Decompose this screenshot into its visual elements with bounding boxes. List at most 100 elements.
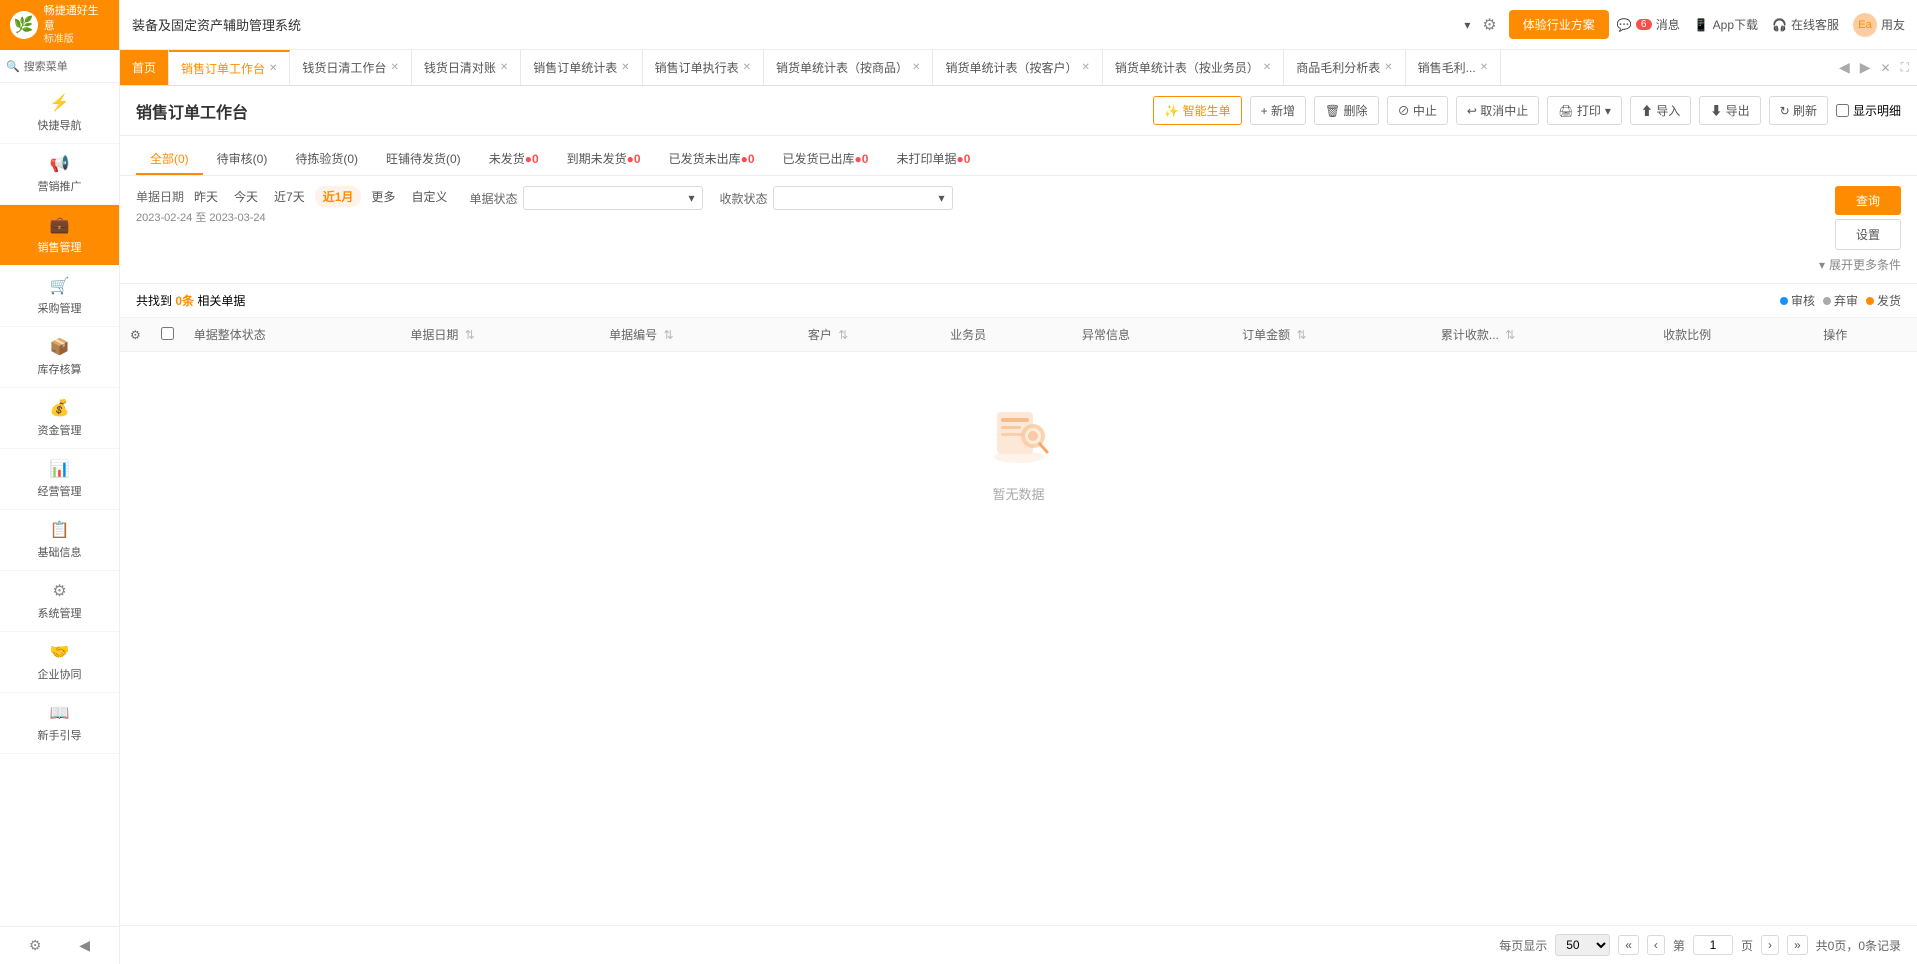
tab-goods-stats-customer[interactable]: 销货单统计表（按客户） ✕ xyxy=(933,50,1102,86)
collapse-icon[interactable]: ◀ xyxy=(79,937,90,954)
delete-button[interactable]: 🗑 删除 xyxy=(1314,96,1379,125)
ship-btn[interactable]: 发货 xyxy=(1866,292,1901,309)
tab-sales-exec[interactable]: 销售订单执行表 ✕ xyxy=(643,50,764,86)
tab-gross-profit[interactable]: 商品毛利分析表 ✕ xyxy=(1284,50,1405,86)
select-all-checkbox[interactable] xyxy=(161,327,174,340)
sidebar-item-system[interactable]: ⚙ 系统管理 xyxy=(0,571,119,632)
sidebar-item-sales[interactable]: 💼 销售管理 xyxy=(0,205,119,266)
sidebar-item-label: 经营管理 xyxy=(38,483,82,499)
tab-home[interactable]: 首页 xyxy=(120,50,169,86)
system-dropdown[interactable]: ▾ xyxy=(1464,18,1470,32)
sidebar-item-purchase[interactable]: 🛒 采购管理 xyxy=(0,266,119,327)
set-button[interactable]: 设置 xyxy=(1835,219,1901,250)
cooperation-icon: 🤝 xyxy=(50,642,70,662)
sidebar-item-basic[interactable]: 📋 基础信息 xyxy=(0,510,119,571)
show-detail-label[interactable]: 显示明细 xyxy=(1836,102,1901,119)
tab-next-icon[interactable]: ▶ xyxy=(1856,57,1875,78)
solution-button[interactable]: 体验行业方案 xyxy=(1509,10,1609,39)
expand-conditions-btn[interactable]: ▾ 展开更多条件 xyxy=(1819,256,1901,273)
sidebar-item-label: 系统管理 xyxy=(38,605,82,621)
smart-gen-button[interactable]: ✨ 智能生单 xyxy=(1153,96,1241,125)
expand-label: 展开更多条件 xyxy=(1829,256,1901,273)
import-button[interactable]: ⬆ 导入 xyxy=(1630,96,1691,125)
receipt-select[interactable]: ▾ xyxy=(773,186,953,210)
tab-close-icon[interactable]: ✕ xyxy=(1480,62,1488,73)
col-checkbox[interactable] xyxy=(151,318,184,352)
filter-tab-shipped-not-out[interactable]: 已发货未出库●0 xyxy=(655,144,769,175)
online-service-btn[interactable]: 🎧 在线客服 xyxy=(1772,16,1839,33)
col-received[interactable]: 累计收款... ⇅ xyxy=(1431,318,1653,352)
per-page-select[interactable]: 50 100 200 xyxy=(1555,934,1610,956)
tab-goods-stats-product[interactable]: 销货单统计表（按商品） ✕ xyxy=(764,50,933,86)
first-page-btn[interactable]: « xyxy=(1618,935,1639,955)
tab-close-icon[interactable]: ✕ xyxy=(1263,62,1271,73)
app-download-btn[interactable]: 📱 App下载 xyxy=(1694,16,1758,33)
query-button[interactable]: 查询 xyxy=(1835,186,1901,215)
date-opt-custom[interactable]: 自定义 xyxy=(405,186,453,207)
sidebar-item-finance[interactable]: 💰 资金管理 xyxy=(0,388,119,449)
tab-close-icon[interactable]: ✕ xyxy=(912,62,920,73)
filter-tab-all[interactable]: 全部(0) xyxy=(136,144,203,175)
tab-sales-stats[interactable]: 销售订单统计表 ✕ xyxy=(521,50,642,86)
tab-close-icon[interactable]: ✕ xyxy=(743,62,751,73)
tab-prev-icon[interactable]: ◀ xyxy=(1835,57,1854,78)
filter-tab-unshipped[interactable]: 未发货●0 xyxy=(475,144,553,175)
sidebar-item-quicknav[interactable]: ⚡ 快捷导航 xyxy=(0,83,119,144)
sidebar-item-inventory[interactable]: 📦 库存核算 xyxy=(0,327,119,388)
user-btn[interactable]: Ea 用友 xyxy=(1853,13,1905,37)
tab-close-icon[interactable]: ✕ xyxy=(500,62,508,73)
tab-expand-icon[interactable]: ⛶ xyxy=(1897,58,1913,77)
sidebar-item-business[interactable]: 📊 经营管理 xyxy=(0,449,119,510)
add-button[interactable]: + 新增 xyxy=(1250,96,1306,125)
col-date[interactable]: 单据日期 ⇅ xyxy=(400,318,599,352)
settings-icon[interactable]: ⚙ xyxy=(29,937,42,954)
tab-cash-daily[interactable]: 钱货日清工作台 ✕ xyxy=(290,50,411,86)
date-opt-today[interactable]: 今天 xyxy=(228,186,264,207)
sidebar-item-cooperation[interactable]: 🤝 企业协同 xyxy=(0,632,119,693)
status-select[interactable]: ▾ xyxy=(523,186,703,210)
tab-sales-workbench[interactable]: 销售订单工作台 ✕ xyxy=(169,50,290,86)
date-opt-7days[interactable]: 近7天 xyxy=(268,186,311,207)
tab-close-icon[interactable]: ✕ xyxy=(390,62,398,73)
page-input[interactable] xyxy=(1693,935,1733,955)
date-opt-1month[interactable]: 近1月 xyxy=(315,186,362,207)
tab-close-icon[interactable]: ✕ xyxy=(1384,62,1392,73)
prev-page-btn[interactable]: ‹ xyxy=(1647,935,1665,955)
filter-tab-overdue-unshipped[interactable]: 到期未发货●0 xyxy=(553,144,655,175)
sidebar-search[interactable]: 🔍 搜索菜单 xyxy=(0,50,119,83)
next-page-btn[interactable]: › xyxy=(1761,935,1779,955)
tab-cash-reconcile[interactable]: 钱货日清对账 ✕ xyxy=(412,50,521,86)
filter-tab-unprinted[interactable]: 未打印单据●0 xyxy=(882,144,984,175)
tab-close-icon[interactable]: ✕ xyxy=(621,62,629,73)
filter-tab-pending-inspect[interactable]: 待拣验货(0) xyxy=(281,144,372,175)
filter-tab-pending-audit[interactable]: 待审核(0) xyxy=(203,144,282,175)
tab-goods-stats-salesperson[interactable]: 销货单统计表（按业务员） ✕ xyxy=(1103,50,1284,86)
print-button[interactable]: 🖨 打印 ▾ xyxy=(1547,96,1622,125)
audit-btn[interactable]: 审核 xyxy=(1780,292,1815,309)
cancel-stop-button[interactable]: ↩ 取消中止 xyxy=(1456,96,1539,125)
filter-tab-shipped-out[interactable]: 已发货已出库●0 xyxy=(769,144,883,175)
message-btn[interactable]: 💬 6 消息 xyxy=(1617,16,1680,33)
col-settings[interactable]: ⚙ xyxy=(120,318,151,352)
col-number[interactable]: 单据编号 ⇅ xyxy=(599,318,798,352)
col-amount[interactable]: 订单金额 ⇅ xyxy=(1232,318,1431,352)
export-button[interactable]: ⬇ 导出 xyxy=(1699,96,1760,125)
tab-close-all-icon[interactable]: ✕ xyxy=(1877,59,1895,77)
sidebar-menu: ⚡ 快捷导航 📢 营销推广 💼 销售管理 🛒 采购管理 📦 库存核算 💰 资金管… xyxy=(0,83,119,926)
stop-button[interactable]: ⊘ 中止 xyxy=(1387,96,1448,125)
refresh-button[interactable]: ↻ 刷新 xyxy=(1769,96,1828,125)
topbar-settings-icon[interactable]: ⚙ xyxy=(1478,11,1500,39)
date-opt-more[interactable]: 更多 xyxy=(365,186,401,207)
sidebar-item-marketing[interactable]: 📢 营销推广 xyxy=(0,144,119,205)
sidebar-item-guide[interactable]: 📖 新手引导 xyxy=(0,693,119,754)
tab-close-icon[interactable]: ✕ xyxy=(1081,62,1089,73)
filter-tab-shop-pending[interactable]: 旺铺待发货(0) xyxy=(372,144,475,175)
date-opt-yesterday[interactable]: 昨天 xyxy=(188,186,224,207)
last-page-btn[interactable]: » xyxy=(1787,935,1808,955)
tab-sales-gross[interactable]: 销售毛利... ✕ xyxy=(1406,50,1501,86)
search-icon: 🔍 xyxy=(6,60,20,73)
tab-close-icon[interactable]: ✕ xyxy=(269,63,277,74)
anti-audit-btn[interactable]: 弃审 xyxy=(1823,292,1858,309)
col-customer[interactable]: 客户 ⇅ xyxy=(798,318,940,352)
show-detail-checkbox[interactable] xyxy=(1836,104,1849,117)
